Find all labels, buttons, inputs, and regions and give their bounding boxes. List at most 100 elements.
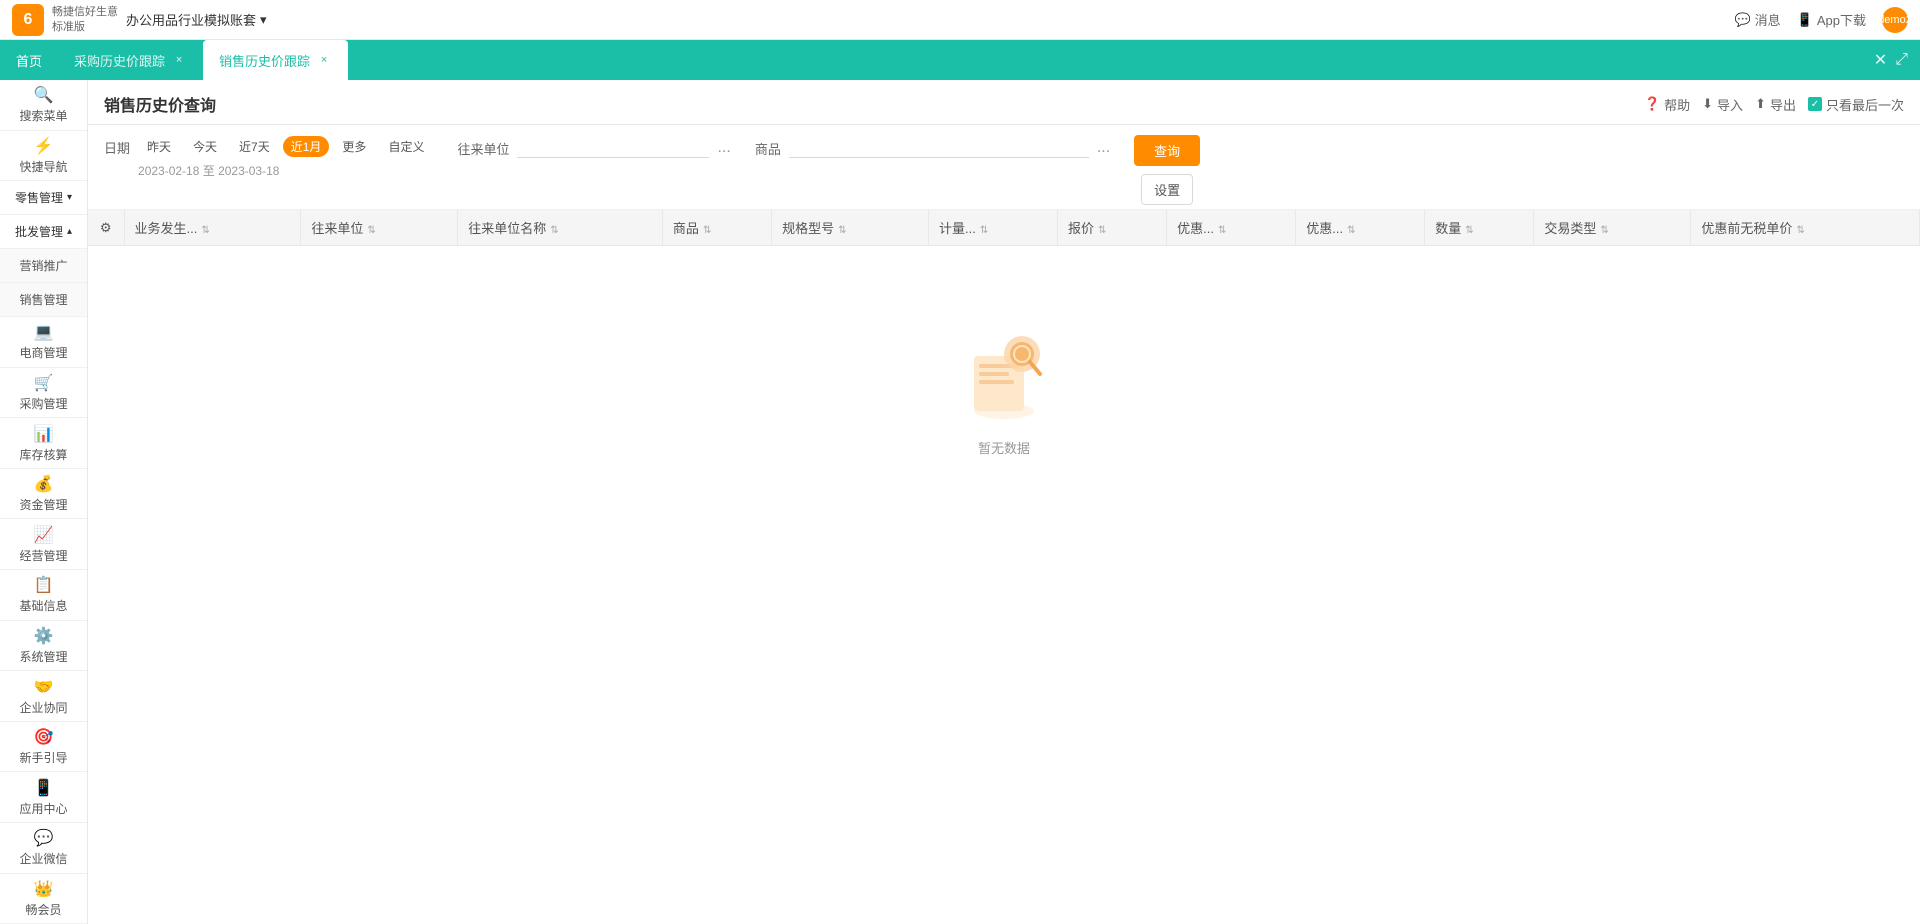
layout: 🔍 搜索菜单 ⚡ 快捷导航 零售管理 ▾ 批发管理 ▴ 营销推广 销售管理 💻 … [0,80,1920,924]
gear-icon: ⚙️ [34,626,54,646]
sidebar-item-sales-mgmt[interactable]: 销售管理 [0,283,87,317]
sidebar-item-finance-mgmt[interactable]: 💰 资金管理 [0,469,87,520]
guide-icon: 🎯 [34,727,54,747]
th-counterpart-name[interactable]: 往来单位名称⇅ [458,210,663,246]
user-profile-button[interactable]: demo2 [1882,7,1908,33]
filter-bar: 日期 昨天 今天 近7天 近1月 更多 自定义 2023-02-18 至 202… [88,125,1920,210]
sidebar-item-app-center[interactable]: 📱 应用中心 [0,772,87,823]
collab-icon: 🤝 [34,677,54,697]
empty-image [954,326,1054,426]
date-btn-today[interactable]: 今天 [184,135,226,158]
gear-icon[interactable]: ⚙ [100,220,112,235]
tab-purchase-history[interactable]: 采购历史价跟踪 × [58,40,203,80]
member-icon: 👑 [34,879,54,899]
th-counterpart[interactable]: 往来单位⇅ [301,210,458,246]
th-trade-type[interactable]: 交易类型⇅ [1534,210,1691,246]
th-quantity[interactable]: 数量⇅ [1425,210,1534,246]
import-button[interactable]: ⬇ 导入 [1702,95,1743,114]
help-button[interactable]: ❓ 帮助 [1644,95,1690,114]
tab-sales-history-close[interactable]: × [316,52,332,68]
th-biz-date[interactable]: 业务发生...⇅ [124,210,301,246]
sort-icon-product: ⇅ [703,225,711,236]
empty-state: 暂无数据 [88,246,1920,537]
maximize-icon[interactable]: ⤢ [1895,51,1908,69]
sidebar-item-sys-mgmt[interactable]: ⚙️ 系统管理 [0,621,87,672]
sort-icon-quantity: ⇅ [1465,225,1473,236]
sidebar-item-ops-mgmt[interactable]: 📈 经营管理 [0,519,87,570]
table-area: ⚙ 业务发生...⇅ 往来单位⇅ 往来单位名称⇅ 商品⇅ [88,210,1920,924]
date-filter-label: 日期 [104,138,130,157]
ops-icon: 📈 [34,525,54,545]
app-center-icon: 📱 [34,778,54,798]
sort-icon-trade-type: ⇅ [1600,225,1608,236]
filter-action-buttons: 查询 设置 [1134,135,1200,205]
data-table: ⚙ 业务发生...⇅ 往来单位⇅ 往来单位名称⇅ 商品⇅ [88,210,1920,246]
sidebar-item-enterprise-wechat[interactable]: 💬 企业微信 [0,823,87,874]
message-button[interactable]: 💬 消息 [1734,10,1780,29]
date-filter-group: 日期 昨天 今天 近7天 近1月 更多 自定义 2023-02-18 至 202… [104,135,433,179]
date-btn-yesterday[interactable]: 昨天 [138,135,180,158]
app-download-button[interactable]: 📱 App下载 [1797,10,1866,29]
sidebar-item-member[interactable]: 👑 畅会员 [0,874,87,924]
date-filter-controls: 昨天 今天 近7天 近1月 更多 自定义 2023-02-18 至 2023-0… [138,135,433,179]
th-settings: ⚙ [88,210,124,246]
counterpart-dots-button[interactable]: ... [717,139,730,157]
only-last-checkbox[interactable]: ✓ [1808,97,1822,111]
sidebar-item-new-guide[interactable]: 🎯 新手引导 [0,722,87,773]
top-bar-left: 6 畅捷信好生意 标准版 办公用品行业模拟账套 ▾ [12,4,267,36]
th-spec[interactable]: 规格型号⇅ [772,210,929,246]
sidebar-item-retail-mgmt[interactable]: 零售管理 ▾ [0,181,87,215]
sidebar-item-inventory[interactable]: 📊 库存核算 [0,418,87,469]
th-quote[interactable]: 报价⇅ [1058,210,1167,246]
th-product[interactable]: 商品⇅ [662,210,771,246]
tab-home[interactable]: 首页 [0,40,58,80]
export-button[interactable]: ⬆ 导出 [1755,95,1796,114]
workspace-selector[interactable]: 办公用品行业模拟账套 ▾ [126,10,267,29]
date-range-display: 2023-02-18 至 2023-03-18 [138,162,433,179]
th-pretax-price[interactable]: 优惠前无税单价⇅ [1691,210,1920,246]
sort-icon-quote: ⇅ [1098,225,1106,236]
sort-icon-spec: ⇅ [838,225,846,236]
import-icon: ⬇ [1702,96,1713,112]
sidebar-item-marketing-promo[interactable]: 营销推广 [0,249,87,283]
date-btn-1month[interactable]: 近1月 [283,136,330,157]
sidebar-item-basic-info[interactable]: 📋 基础信息 [0,570,87,621]
product-label: 商品 [755,139,781,158]
counterpart-input[interactable] [517,138,709,158]
date-btn-custom[interactable]: 自定义 [379,135,433,158]
app-name: 畅捷信好生意 标准版 [52,5,118,34]
settings-button[interactable]: 设置 [1141,174,1193,205]
sidebar-item-purchase-mgmt[interactable]: 🛒 采购管理 [0,368,87,419]
date-btn-7days[interactable]: 近7天 [230,135,279,158]
tab-purchase-history-close[interactable]: × [171,52,187,68]
sidebar-item-ecommerce-mgmt[interactable]: 💻 电商管理 [0,317,87,368]
download-icon: 📱 [1797,12,1813,28]
sort-icon-pretax-price: ⇅ [1796,225,1804,236]
app-logo: 6 [12,4,44,36]
sidebar-item-enterprise-collab[interactable]: 🤝 企业协同 [0,671,87,722]
only-last-checkbox-label[interactable]: ✓ 只看最后一次 [1808,95,1904,114]
sidebar-item-wholesale-mgmt[interactable]: 批发管理 ▴ [0,215,87,249]
chevron-down-icon: ▾ [67,192,72,203]
sidebar-item-search-menu[interactable]: 🔍 搜索菜单 [0,80,87,131]
close-window-icon[interactable]: ✕ [1874,50,1887,70]
product-input[interactable] [789,138,1089,158]
counterpart-label: 往来单位 [457,139,509,158]
th-discount2[interactable]: 优惠...⇅ [1296,210,1425,246]
sidebar-item-quick-nav[interactable]: ⚡ 快捷导航 [0,131,87,182]
sort-icon-counterpart: ⇅ [367,225,375,236]
sort-icon-biz-date: ⇅ [201,225,209,236]
product-dots-button[interactable]: ... [1097,139,1110,157]
inventory-icon: 📊 [34,424,54,444]
query-button[interactable]: 查询 [1134,135,1200,166]
top-bar: 6 畅捷信好生意 标准版 办公用品行业模拟账套 ▾ 💬 消息 📱 App下载 d… [0,0,1920,40]
date-btn-more[interactable]: 更多 [333,135,375,158]
date-buttons: 昨天 今天 近7天 近1月 更多 自定义 [138,135,433,158]
th-discount1[interactable]: 优惠...⇅ [1167,210,1296,246]
wechat-icon: 💬 [34,828,54,848]
tab-sales-history[interactable]: 销售历史价跟踪 × [203,40,348,80]
finance-icon: 💰 [34,474,54,494]
sidebar: 🔍 搜索菜单 ⚡ 快捷导航 零售管理 ▾ 批发管理 ▴ 营销推广 销售管理 💻 … [0,80,88,924]
th-unit[interactable]: 计量...⇅ [928,210,1057,246]
chevron-down-icon: ▾ [260,12,267,28]
